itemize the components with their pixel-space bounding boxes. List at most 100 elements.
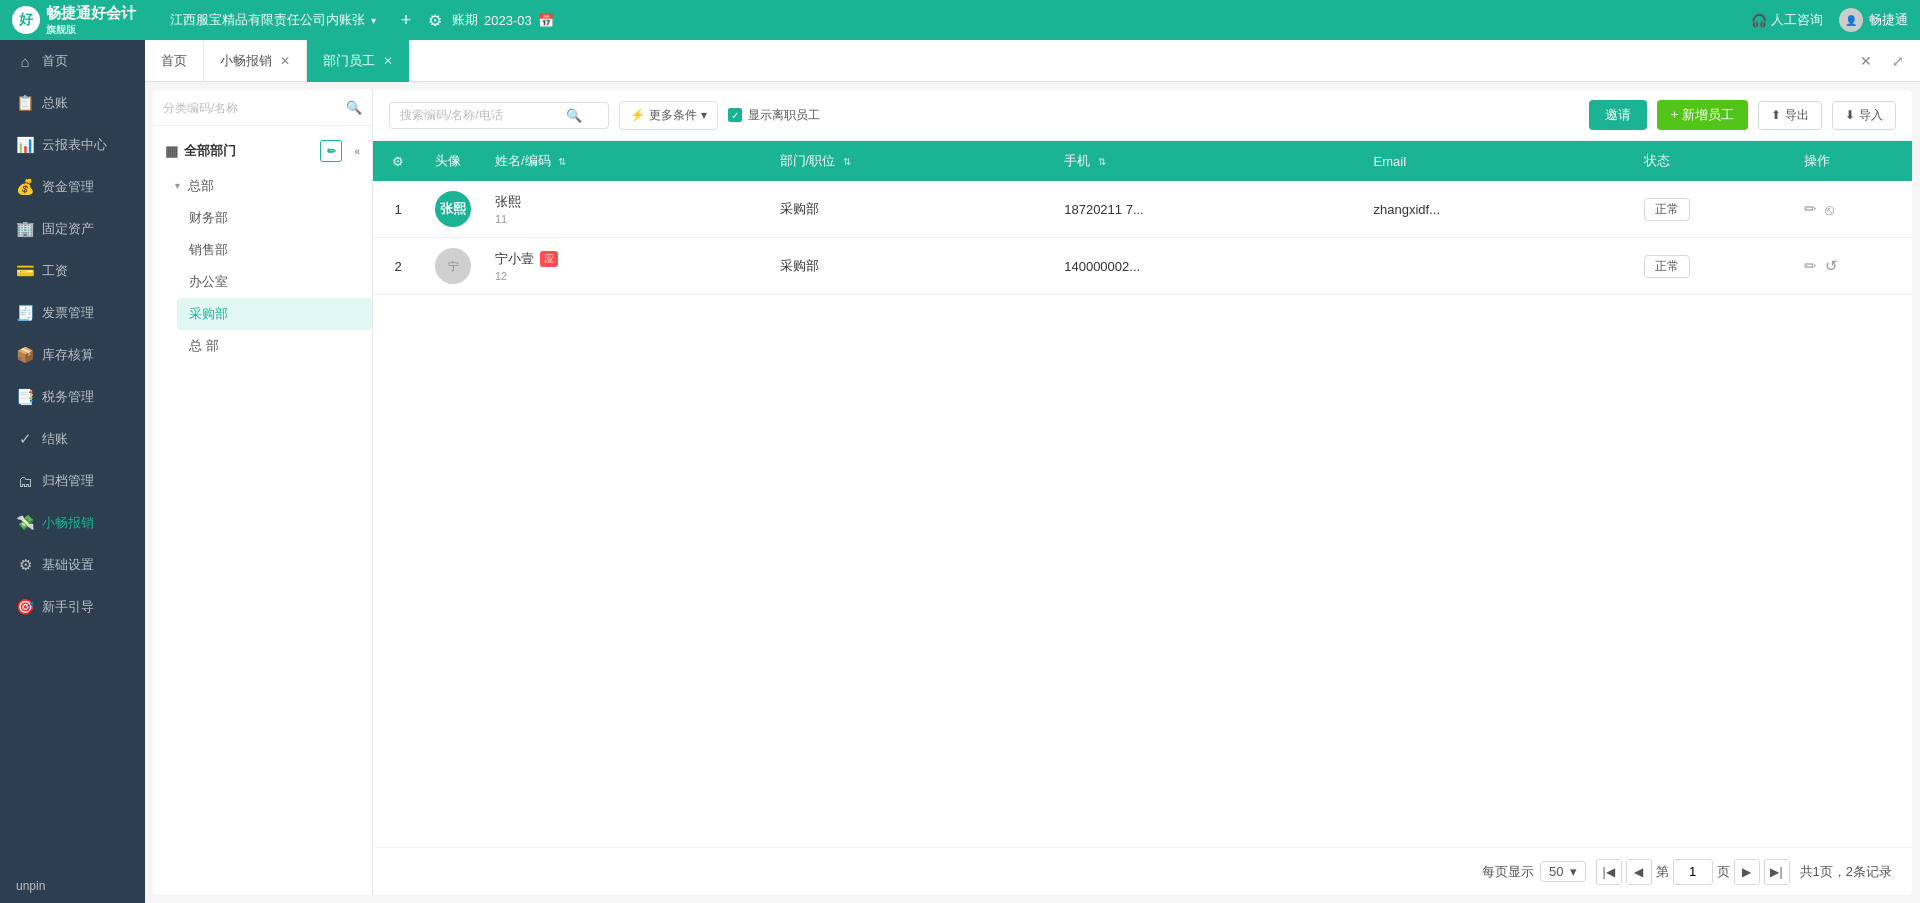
sidebar-item-home[interactable]: ⌂ 首页 xyxy=(0,40,145,82)
accounting-period: 账期 2023-03 📅 xyxy=(452,11,554,29)
sidebar-item-xiaochang[interactable]: 💸 小畅报销 xyxy=(0,502,145,544)
user-info[interactable]: 👤 畅捷通 xyxy=(1839,8,1908,32)
tab-department[interactable]: 部门员工 ✕ xyxy=(307,40,410,82)
row2-code: 12 xyxy=(495,270,756,282)
dept-edit-icon[interactable]: ✏ xyxy=(320,140,342,162)
top-header: 好 畅捷通好会计 旗舰版 江西服宝精品有限责任公司内账张 ▾ + ⚙ 账期 20… xyxy=(0,0,1920,40)
col-settings[interactable]: ⚙ xyxy=(373,141,423,181)
filter-button[interactable]: ⚡ 更多条件 ▾ xyxy=(619,101,718,130)
sidebar-item-settlement[interactable]: ✓ 结账 xyxy=(0,418,145,460)
sidebar: ⌂ 首页 📋 总账 📊 云报表中心 💰 资金管理 🏢 固定资产 💳 工资 🧾 发… xyxy=(0,40,145,903)
row1-email: zhangxidf... xyxy=(1374,202,1441,217)
col-phone[interactable]: 手机 ⇅ xyxy=(1052,141,1361,181)
dept-group-name-head[interactable]: ▼ 总部 xyxy=(161,170,372,202)
header-right: 🎧 人工咨询 👤 畅捷通 xyxy=(1751,8,1908,32)
row2-edit-icon[interactable]: ✏ xyxy=(1804,257,1817,275)
sidebar-item-new-guide[interactable]: 🎯 新手引导 xyxy=(0,586,145,628)
employee-toolbar: 🔍 ⚡ 更多条件 ▾ ✓ 显示离职员工 邀请 xyxy=(373,90,1912,141)
dept-child-sales[interactable]: 销售部 xyxy=(177,234,372,266)
add-tab-button[interactable]: + xyxy=(394,8,418,32)
first-page-icon: |◀ xyxy=(1602,865,1614,879)
last-page-button[interactable]: ▶| xyxy=(1764,859,1790,885)
row1-name-code: 张熙 11 xyxy=(495,193,756,225)
tab-department-close[interactable]: ✕ xyxy=(383,54,393,68)
tab-xiaochang-close[interactable]: ✕ xyxy=(280,54,290,68)
sidebar-label-reports: 云报表中心 xyxy=(42,136,107,154)
row1-email-cell: zhangxidf... xyxy=(1362,181,1632,238)
page-suffix: 页 xyxy=(1717,863,1730,881)
settings-icon[interactable]: ⚙ xyxy=(428,11,442,30)
dept-search-input[interactable] xyxy=(163,101,340,115)
sidebar-item-archive[interactable]: 🗂 归档管理 xyxy=(0,460,145,502)
dept-child-office[interactable]: 办公室 xyxy=(177,266,372,298)
employee-panel: 🔍 ⚡ 更多条件 ▾ ✓ 显示离职员工 邀请 xyxy=(373,90,1912,895)
dept-panel: 🔍 ▦ 全部部门 ✏ « ▼ 总部 xyxy=(153,90,373,895)
fund-icon: 💰 xyxy=(16,178,34,196)
row2-name: 宁小壹 xyxy=(495,250,534,268)
tax-icon: 📑 xyxy=(16,388,34,406)
tab-collapse-button[interactable]: ✕ xyxy=(1852,47,1880,75)
sidebar-item-invoice[interactable]: 🧾 发票管理 xyxy=(0,292,145,334)
col-status-label: 状态 xyxy=(1644,153,1670,168)
row1-edit-icon[interactable]: ✏ xyxy=(1804,200,1817,218)
dept-group-label: 总部 xyxy=(188,177,214,195)
export-button[interactable]: ⬆ 导出 xyxy=(1758,101,1822,130)
row2-name-code: 宁小壹 应 12 xyxy=(495,250,756,282)
add-employee-button[interactable]: + 新增员工 xyxy=(1657,100,1748,130)
page-nav: |◀ ◀ 第 页 ▶ ▶| xyxy=(1596,859,1790,885)
sidebar-label-settlement: 结账 xyxy=(42,430,68,448)
invite-button[interactable]: 邀请 xyxy=(1589,100,1647,130)
page-size-dropdown[interactable]: 50 ▾ xyxy=(1540,861,1585,882)
row2-refresh-icon[interactable]: ↺ xyxy=(1825,257,1838,275)
search-icon[interactable]: 🔍 xyxy=(566,108,582,123)
import-button[interactable]: ⬇ 导入 xyxy=(1832,101,1896,130)
sidebar-item-inventory[interactable]: 📦 库存核算 xyxy=(0,334,145,376)
dept-all-label: 全部部门 xyxy=(184,142,236,160)
next-page-button[interactable]: ▶ xyxy=(1734,859,1760,885)
company-selector[interactable]: 江西服宝精品有限责任公司内账张 ▾ xyxy=(162,7,384,33)
pagination-bar: 每页显示 50 ▾ |◀ ◀ 第 xyxy=(373,847,1912,895)
tab-actions: ✕ ⤢ xyxy=(1852,47,1912,75)
sidebar-item-general-ledger[interactable]: 📋 总账 xyxy=(0,82,145,124)
import-icon: ⬇ xyxy=(1845,108,1855,122)
prev-page-button[interactable]: ◀ xyxy=(1626,859,1652,885)
row1-logout-icon[interactable]: ⎋ xyxy=(1825,201,1834,218)
sidebar-label-basic: 基础设置 xyxy=(42,556,94,574)
calendar-icon[interactable]: 📅 xyxy=(538,13,554,28)
col-email-label: Email xyxy=(1374,154,1407,169)
service-button[interactable]: 🎧 人工咨询 xyxy=(1751,11,1823,29)
col-name-code[interactable]: 姓名/编码 ⇅ xyxy=(483,141,768,181)
row2-action-icons: ✏ ↺ xyxy=(1804,257,1900,275)
dept-all-item[interactable]: ▦ 全部部门 ✏ « xyxy=(153,132,372,170)
dept-search-icon[interactable]: 🔍 xyxy=(346,100,362,115)
add-employee-label: + 新增员工 xyxy=(1671,106,1734,124)
sidebar-item-fixed-assets[interactable]: 🏢 固定资产 xyxy=(0,208,145,250)
first-page-button[interactable]: |◀ xyxy=(1596,859,1622,885)
dept-child-finance[interactable]: 财务部 xyxy=(177,202,372,234)
col-dept-position[interactable]: 部门/职位 ⇅ xyxy=(768,141,1053,181)
page-number-input[interactable] xyxy=(1673,859,1713,885)
sidebar-item-basic-settings[interactable]: ⚙ 基础设置 xyxy=(0,544,145,586)
checkbox-icon: ✓ xyxy=(728,108,742,122)
dept-child-headquarters[interactable]: 总 部 xyxy=(177,330,372,362)
archive-icon: 🗂 xyxy=(16,473,34,490)
sidebar-item-cloud-reports[interactable]: 📊 云报表中心 xyxy=(0,124,145,166)
tab-home[interactable]: 首页 xyxy=(145,40,204,82)
sort-dept-icon: ⇅ xyxy=(843,156,851,167)
sidebar-item-tax[interactable]: 📑 税务管理 xyxy=(0,376,145,418)
dept-finance-label: 财务部 xyxy=(189,210,228,225)
dept-collapse-icon[interactable]: « xyxy=(354,146,360,157)
sidebar-item-fund-management[interactable]: 💰 资金管理 xyxy=(0,166,145,208)
tab-expand-button[interactable]: ⤢ xyxy=(1884,47,1912,75)
row1-phone-cell: 18720211 7... xyxy=(1052,181,1361,238)
unpin-button[interactable]: unpin xyxy=(0,869,145,903)
sidebar-item-payroll[interactable]: 💳 工资 xyxy=(0,250,145,292)
dept-child-purchasing[interactable]: 采购部 xyxy=(177,298,372,330)
logo-icon: 好 xyxy=(12,6,40,34)
import-label: 导入 xyxy=(1859,107,1883,124)
show-resigned-toggle[interactable]: ✓ 显示离职员工 xyxy=(728,107,820,124)
tab-department-label: 部门员工 xyxy=(323,52,375,70)
tab-xiaochang[interactable]: 小畅报销 ✕ xyxy=(204,40,307,82)
employee-search-input[interactable] xyxy=(400,108,560,122)
row1-code: 11 xyxy=(495,213,756,225)
